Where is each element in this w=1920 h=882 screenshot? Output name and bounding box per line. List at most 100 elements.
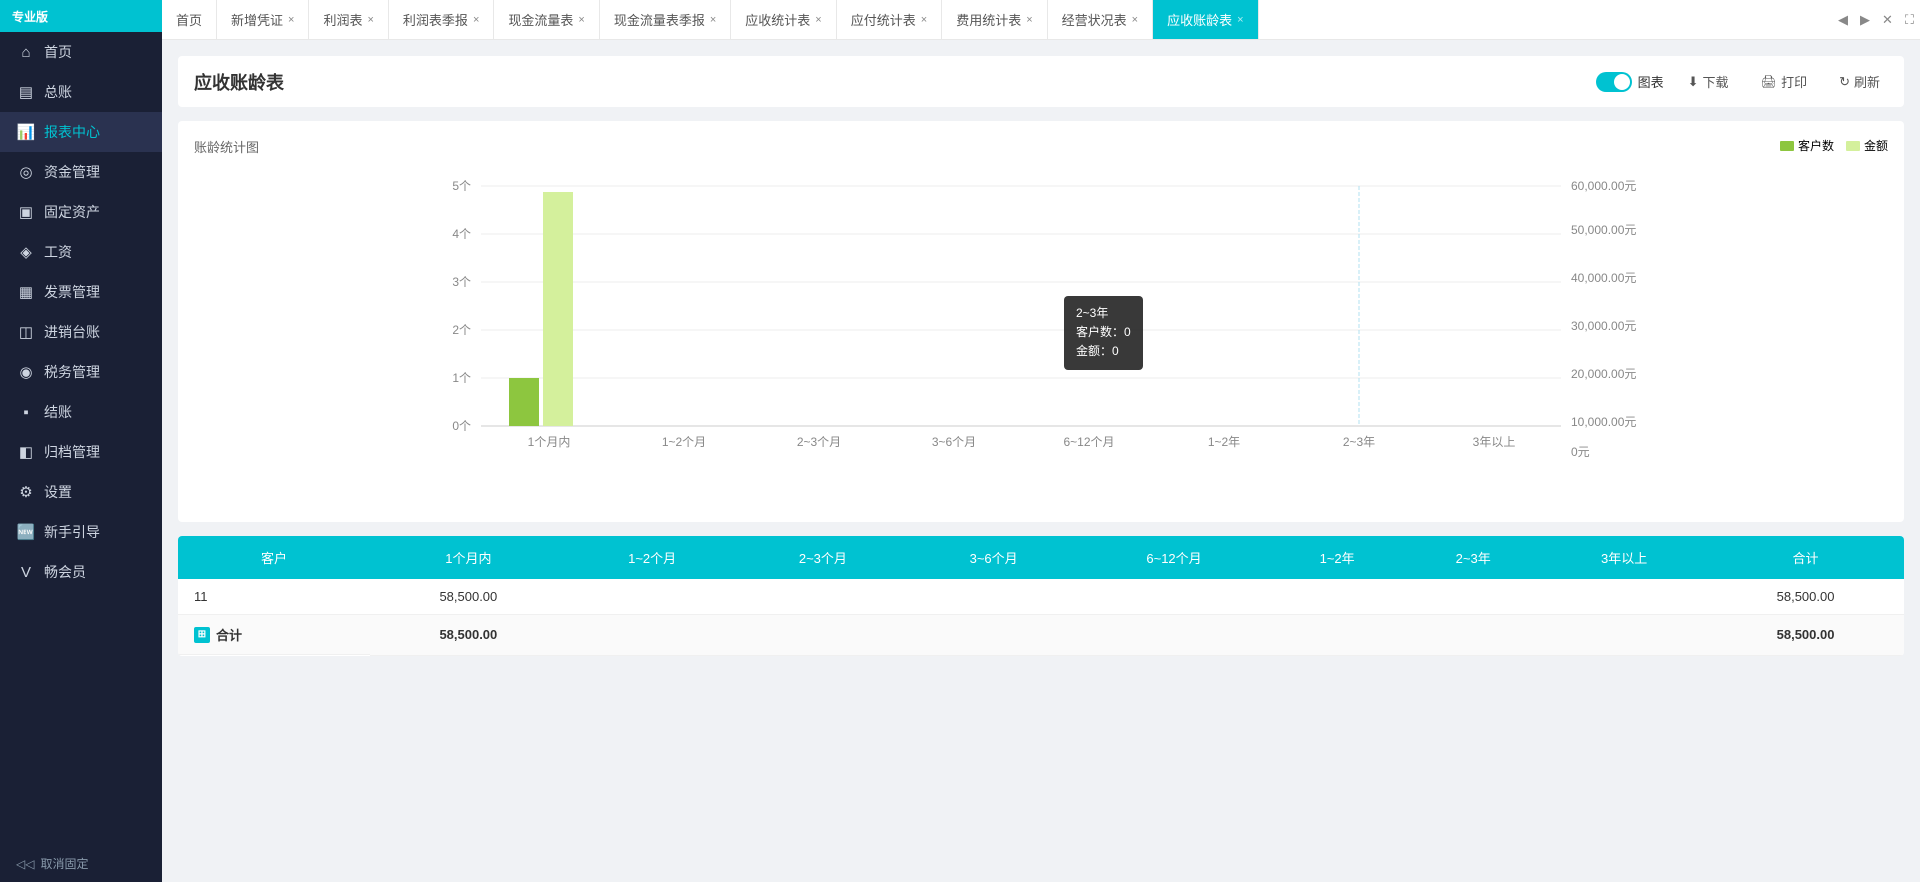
tax-icon: ◉ bbox=[16, 363, 36, 381]
tab-profit[interactable]: 利润表 × bbox=[309, 0, 388, 39]
page-title: 应收账龄表 bbox=[194, 69, 1596, 95]
chart-container: 账龄统计图 客户数 金额 bbox=[178, 121, 1904, 522]
print-button[interactable]: 🖨 打印 bbox=[1753, 68, 1816, 95]
total-label: 合计 bbox=[216, 625, 242, 644]
download-button[interactable]: ⬇ 下载 bbox=[1680, 68, 1737, 95]
svg-text:40,000.00元: 40,000.00元 bbox=[1571, 271, 1636, 285]
legend-amount: 金额 bbox=[1846, 137, 1888, 154]
sidebar-item-home[interactable]: ⌂ 首页 bbox=[0, 32, 162, 72]
print-icon: 🖨 bbox=[1761, 74, 1778, 90]
settings-icon: ⚙ bbox=[16, 483, 36, 501]
svg-text:3个: 3个 bbox=[452, 275, 471, 289]
table-total-row: ⊞ 合计 58,500.00 58,500.00 bbox=[178, 615, 1904, 656]
unpin-button[interactable]: ◁◁ 取消固定 bbox=[0, 845, 162, 882]
sidebar-item-salary[interactable]: ◈ 工资 bbox=[0, 232, 162, 272]
total-label-cell: ⊞ 合计 bbox=[178, 615, 370, 655]
tab-cashflow-close[interactable]: × bbox=[578, 14, 584, 26]
cell-y1-2 bbox=[1269, 579, 1405, 615]
tab-voucher[interactable]: 新增凭证 × bbox=[217, 0, 309, 39]
svg-text:1~2年: 1~2年 bbox=[1208, 435, 1240, 449]
tab-expense-stats-close[interactable]: × bbox=[1026, 14, 1032, 26]
sidebar-item-label: 总账 bbox=[44, 82, 72, 102]
sidebar-item-assets[interactable]: ▣ 固定资产 bbox=[0, 192, 162, 232]
refresh-button[interactable]: ↻ 刷新 bbox=[1831, 68, 1888, 95]
refresh-icon: ↻ bbox=[1839, 74, 1850, 90]
tab-business-status[interactable]: 经营状况表 × bbox=[1048, 0, 1153, 39]
col-y3plus: 3年以上 bbox=[1541, 536, 1707, 579]
archive-icon: ◧ bbox=[16, 443, 36, 461]
sidebar-item-archive[interactable]: ◧ 归档管理 bbox=[0, 432, 162, 472]
total-m2-3 bbox=[738, 615, 909, 656]
invoice-icon: ▦ bbox=[16, 283, 36, 301]
ledger-icon: ▤ bbox=[16, 83, 36, 101]
col-y1-2: 1~2年 bbox=[1269, 536, 1405, 579]
tab-cashflow[interactable]: 现金流量表 × bbox=[494, 0, 599, 39]
tab-profit-close[interactable]: × bbox=[367, 14, 373, 26]
sidebar-logo: 专业版 bbox=[0, 0, 162, 32]
sidebar-item-label: 税务管理 bbox=[44, 362, 100, 382]
legend-amount-label: 金额 bbox=[1864, 137, 1888, 154]
sidebar-item-invoice[interactable]: ▦ 发票管理 bbox=[0, 272, 162, 312]
svg-text:20,000.00元: 20,000.00元 bbox=[1571, 367, 1636, 381]
header-actions: 图表 ⬇ 下载 🖨 打印 ↻ 刷新 bbox=[1596, 68, 1888, 95]
chart-svg: 5个 4个 3个 2个 1个 0个 60,000.00元 50,000.00元 … bbox=[194, 166, 1888, 486]
sidebar-item-settings[interactable]: ⚙ 设置 bbox=[0, 472, 162, 512]
svg-text:0个: 0个 bbox=[452, 419, 471, 433]
sidebar-item-guide[interactable]: 🆕 新手引导 bbox=[0, 512, 162, 552]
bar-customers-1[interactable] bbox=[509, 378, 539, 426]
svg-text:0元: 0元 bbox=[1571, 445, 1590, 459]
main-area: 首页 新增凭证 × 利润表 × 利润表季报 × 现金流量表 × 现金流量表季报 … bbox=[162, 0, 1920, 882]
tab-close-all-button[interactable]: ✕ bbox=[1876, 12, 1899, 28]
tab-expense-stats-label: 费用统计表 bbox=[956, 10, 1021, 29]
tab-profit-quarterly-close[interactable]: × bbox=[473, 14, 479, 26]
tab-expand-button[interactable]: ⛶ bbox=[1899, 12, 1920, 28]
sidebar-item-label: 首页 bbox=[44, 42, 72, 62]
svg-text:60,000.00元: 60,000.00元 bbox=[1571, 179, 1636, 193]
total-y2-3 bbox=[1405, 615, 1541, 656]
sidebar-item-closing[interactable]: ▪ 结账 bbox=[0, 392, 162, 432]
tab-business-status-close[interactable]: × bbox=[1132, 14, 1138, 26]
sidebar-item-label: 设置 bbox=[44, 482, 72, 502]
data-table: 客户 1个月内 1~2个月 2~3个月 3~6个月 6~12个月 1~2年 2~… bbox=[178, 536, 1904, 656]
tab-aging-report-close[interactable]: × bbox=[1237, 14, 1243, 26]
svg-text:1个: 1个 bbox=[452, 371, 471, 385]
sidebar-item-label: 报表中心 bbox=[44, 122, 100, 142]
tab-payable-stats[interactable]: 应付统计表 × bbox=[837, 0, 942, 39]
tab-profit-quarterly[interactable]: 利润表季报 × bbox=[389, 0, 494, 39]
bar-amount-1[interactable] bbox=[543, 192, 573, 426]
tab-cashflow-quarterly[interactable]: 现金流量表季报 × bbox=[600, 0, 731, 39]
sidebar-item-label: 畅会员 bbox=[44, 562, 86, 582]
cell-y2-3 bbox=[1405, 579, 1541, 615]
sidebar-item-ledger[interactable]: ▤ 总账 bbox=[0, 72, 162, 112]
total-m6-12 bbox=[1079, 615, 1269, 656]
tab-prev-button[interactable]: ◀ bbox=[1832, 12, 1854, 28]
tab-profit-quarterly-label: 利润表季报 bbox=[403, 10, 468, 29]
sidebar-item-label: 发票管理 bbox=[44, 282, 100, 302]
svg-text:6~12个月: 6~12个月 bbox=[1063, 435, 1114, 449]
page-content: 应收账龄表 图表 ⬇ 下载 🖨 打印 ↻ 刷新 bbox=[162, 40, 1920, 882]
tab-voucher-close[interactable]: × bbox=[288, 14, 294, 26]
home-icon: ⌂ bbox=[16, 44, 36, 61]
tab-payable-stats-close[interactable]: × bbox=[921, 14, 927, 26]
sidebar-item-reports[interactable]: 📊 报表中心 bbox=[0, 112, 162, 152]
col-total: 合计 bbox=[1707, 536, 1904, 579]
tab-expense-stats[interactable]: 费用统计表 × bbox=[942, 0, 1047, 39]
cell-m1: 58,500.00 bbox=[370, 579, 567, 615]
vip-icon: V bbox=[16, 564, 36, 581]
sidebar-item-funds[interactable]: ◎ 资金管理 bbox=[0, 152, 162, 192]
legend-amount-color bbox=[1846, 141, 1860, 151]
sidebar-item-inventory[interactable]: ◫ 进销台账 bbox=[0, 312, 162, 352]
tab-receivable-stats-close[interactable]: × bbox=[815, 14, 821, 26]
sidebar-item-tax[interactable]: ◉ 税务管理 bbox=[0, 352, 162, 392]
tab-home[interactable]: 首页 bbox=[162, 0, 217, 39]
tab-aging-report[interactable]: 应收账龄表 × bbox=[1153, 0, 1258, 39]
tab-next-button[interactable]: ▶ bbox=[1854, 12, 1876, 28]
reports-icon: 📊 bbox=[16, 123, 36, 141]
sidebar-item-label: 工资 bbox=[44, 242, 72, 262]
sidebar-item-vip[interactable]: V 畅会员 bbox=[0, 552, 162, 592]
tab-cashflow-label: 现金流量表 bbox=[508, 10, 573, 29]
tab-receivable-stats[interactable]: 应收统计表 × bbox=[731, 0, 836, 39]
tab-cashflow-quarterly-close[interactable]: × bbox=[710, 14, 716, 26]
chart-toggle[interactable] bbox=[1596, 72, 1632, 92]
total-icon: ⊞ bbox=[194, 627, 210, 643]
